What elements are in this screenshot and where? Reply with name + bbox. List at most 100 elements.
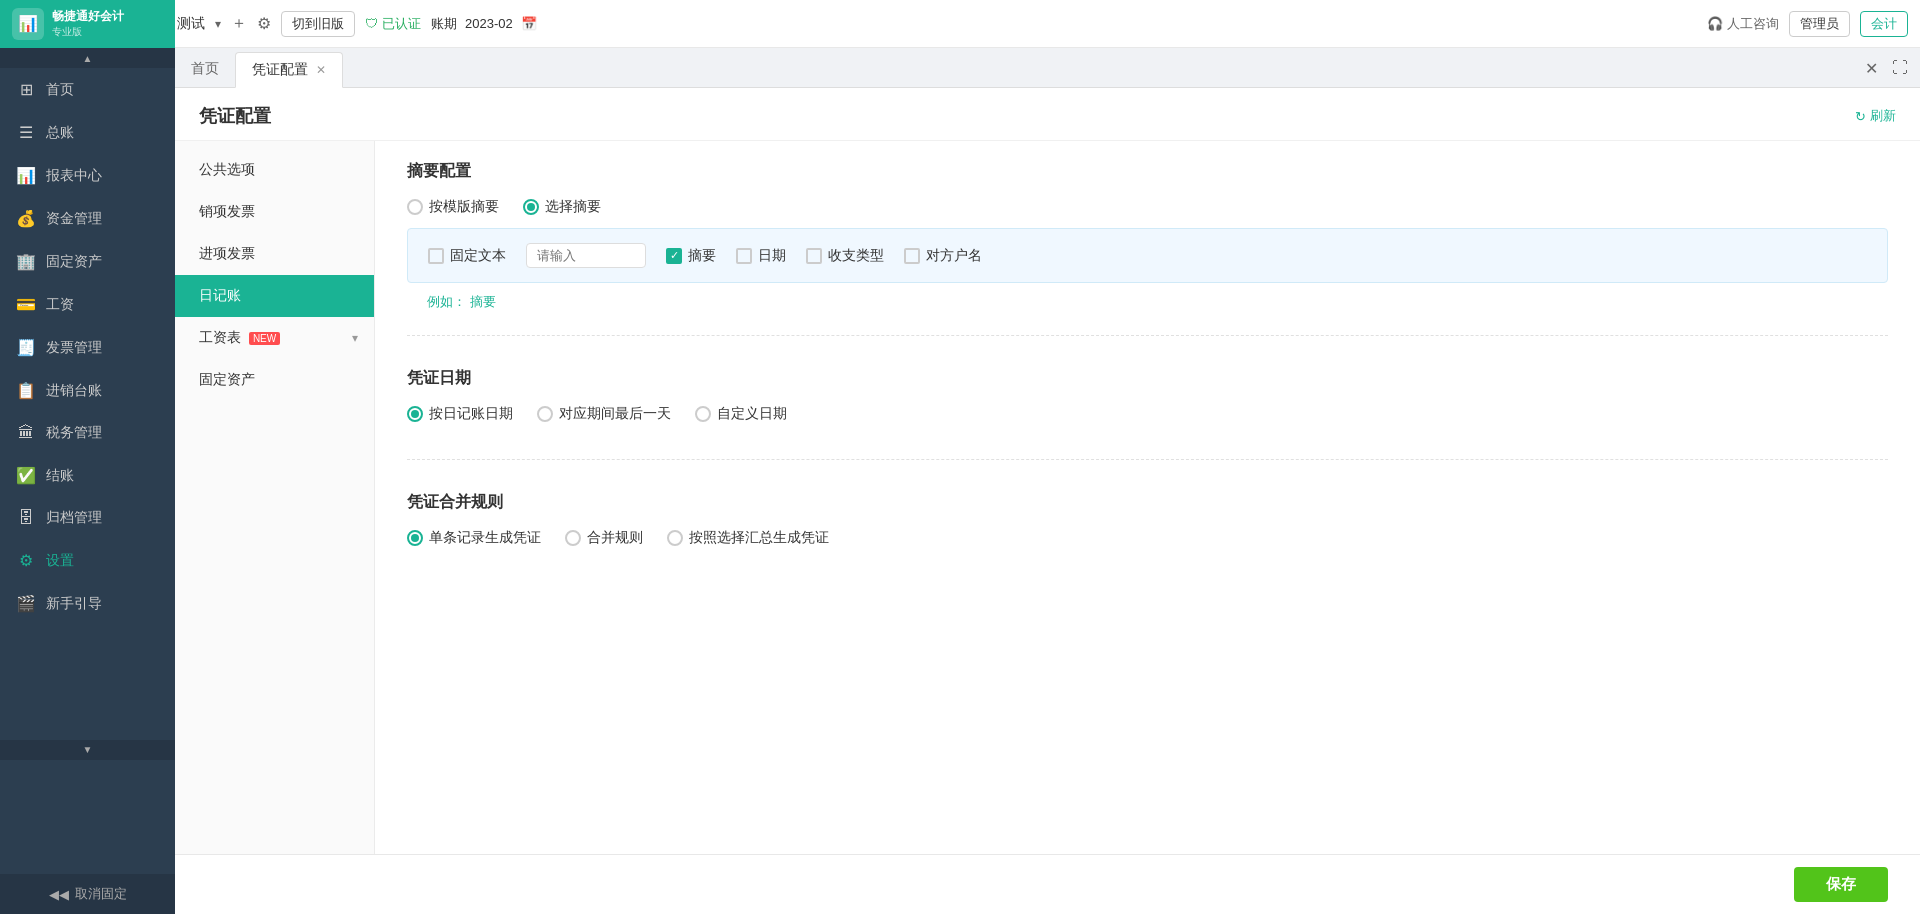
radio-merge-rules[interactable]: 合并规则 (565, 529, 643, 547)
close-accounts-icon: ✅ (16, 466, 36, 485)
sidebar-item-tax[interactable]: 🏛 税务管理 (0, 412, 175, 454)
tab-voucher-label: 凭证配置 (252, 61, 308, 79)
page-title: 凭证配置 (199, 104, 271, 128)
workspace-name: 测试 (177, 15, 205, 33)
merge-title: 凭证合并规则 (407, 492, 1888, 513)
consult-btn[interactable]: 🎧 人工咨询 (1707, 15, 1779, 33)
checkbox-date[interactable]: 日期 (736, 247, 786, 265)
sidebar-item-salary[interactable]: 💳 工资 (0, 283, 175, 326)
nav-item-fixed-assets[interactable]: 固定资产 (175, 359, 374, 401)
refresh-btn[interactable]: ↻ 刷新 (1855, 107, 1896, 125)
checkbox-income-type[interactable]: 收支类型 (806, 247, 884, 265)
reports-icon: 📊 (16, 166, 36, 185)
calendar-icon[interactable]: 📅 (521, 16, 537, 31)
summary-title: 摘要配置 (407, 161, 1888, 182)
headset-icon: 🎧 (1707, 16, 1723, 31)
fixed-text-input[interactable] (526, 243, 646, 268)
radio-journal-date[interactable]: 按日记账日期 (407, 405, 513, 423)
summary-radio-group: 按模版摘要 选择摘要 (407, 198, 1888, 216)
date-radio-group: 按日记账日期 对应期间最后一天 自定义日期 (407, 405, 1888, 423)
radio-summary-voucher[interactable]: 按照选择汇总生成凭证 (667, 529, 829, 547)
radio-single[interactable]: 单条记录生成凭证 (407, 529, 541, 547)
nav-item-sales[interactable]: 销项发票 (175, 191, 374, 233)
tab-close-btn[interactable]: ✕ (316, 64, 326, 76)
sidebar-scroll-down[interactable]: ▼ (0, 740, 175, 760)
sidebar-item-home[interactable]: ⊞ 首页 (0, 68, 175, 111)
sidebar-item-assets[interactable]: 🏢 固定资产 (0, 240, 175, 283)
sidebar-scroll-up[interactable]: ▲ (0, 48, 175, 68)
bottom-bar: 保存 (175, 854, 1920, 914)
page-body: 公共选项 销项发票 进项发票 日记账 工资表 NEW ▾ (175, 141, 1920, 854)
radio-custom-date[interactable]: 自定义日期 (695, 405, 787, 423)
radio-last-day[interactable]: 对应期间最后一天 (537, 405, 671, 423)
ledger-icon: ☰ (16, 123, 36, 142)
radio-summary-voucher-circle (667, 530, 683, 546)
checkbox-date-box (736, 248, 752, 264)
main-layout: ▲ ⊞ 首页 ☰ 总账 📊 报表中心 💰 资金管理 🏢 固定资产 💳 工资 🧾 (0, 48, 1920, 914)
radio-template-circle (407, 199, 423, 215)
guide-icon: 🎬 (16, 594, 36, 613)
checkbox-fixed-text[interactable]: 固定文本 (428, 247, 506, 265)
period-label: 账期 (431, 15, 457, 33)
radio-select[interactable]: 选择摘要 (523, 198, 601, 216)
example-text: 例如： 摘要 (407, 293, 1888, 311)
expand-icon: ▾ (352, 331, 358, 345)
right-content: 摘要配置 按模版摘要 选择摘要 (375, 141, 1920, 854)
salary-icon: 💳 (16, 295, 36, 314)
manager-btn[interactable]: 管理员 (1789, 11, 1850, 37)
radio-journal-date-circle (407, 406, 423, 422)
page-content: 凭证配置 ↻ 刷新 公共选项 销项发票 进项发票 (175, 88, 1920, 854)
radio-single-circle (407, 530, 423, 546)
tab-home-label: 首页 (191, 60, 219, 78)
archive-icon: 🗄 (16, 509, 36, 527)
sidebar-item-close[interactable]: ✅ 结账 (0, 454, 175, 497)
app-logo-icon: 📊 (12, 8, 44, 40)
checkbox-fixed-text-box (428, 248, 444, 264)
sidebar-item-settings[interactable]: ⚙ 设置 (0, 539, 175, 582)
workspace-dropdown-btn[interactable]: ▾ (215, 17, 221, 31)
home-icon: ⊞ (16, 80, 36, 99)
tab-home[interactable]: 首页 (175, 51, 235, 87)
top-header: 📊 畅捷通好会计 专业版 测试 ▾ ＋ ⚙ 切到旧版 🛡 已认证 账期 2023… (0, 0, 1920, 48)
nav-item-payroll[interactable]: 工资表 NEW ▾ (175, 317, 374, 359)
cancel-pin-btn[interactable]: ◀◀ 取消固定 (0, 874, 175, 914)
new-badge: NEW (249, 332, 280, 345)
switch-old-btn[interactable]: 切到旧版 (281, 11, 355, 37)
nav-item-journal[interactable]: 日记账 (175, 275, 374, 317)
tax-icon: 🏛 (16, 424, 36, 442)
refresh-icon: ↻ (1855, 109, 1866, 124)
tab-close-btn[interactable]: ✕ (1861, 56, 1882, 79)
tab-expand-btn[interactable]: ⛶ (1888, 56, 1912, 79)
add-workspace-btn[interactable]: ＋ (231, 13, 247, 34)
tab-voucher-config[interactable]: 凭证配置 ✕ (235, 52, 343, 88)
nav-item-purchase[interactable]: 进项发票 (175, 233, 374, 275)
sidebar-item-funds[interactable]: 💰 资金管理 (0, 197, 175, 240)
nav-item-public[interactable]: 公共选项 (175, 149, 374, 191)
sidebar-item-purchase[interactable]: 📋 进销台账 (0, 369, 175, 412)
tab-bar: 首页 凭证配置 ✕ ✕ ⛶ (175, 48, 1920, 88)
invoice-icon: 🧾 (16, 338, 36, 357)
sidebar: ▲ ⊞ 首页 ☰ 总账 📊 报表中心 💰 资金管理 🏢 固定资产 💳 工资 🧾 (0, 48, 175, 914)
save-btn[interactable]: 保存 (1794, 867, 1888, 902)
summary-checkbox-row: 固定文本 ✓ 摘要 日期 (407, 228, 1888, 283)
radio-template[interactable]: 按模版摘要 (407, 198, 499, 216)
sidebar-logo: 📊 畅捷通好会计 专业版 (0, 0, 175, 48)
pin-icon: ◀◀ (49, 887, 69, 902)
tab-bar-actions: ✕ ⛶ (1861, 56, 1912, 79)
summary-section: 摘要配置 按模版摘要 选择摘要 (407, 161, 1888, 336)
sidebar-item-guide[interactable]: 🎬 新手引导 (0, 582, 175, 625)
sidebar-item-ledger[interactable]: ☰ 总账 (0, 111, 175, 154)
checkbox-summary-box: ✓ (666, 248, 682, 264)
certified-badge: 🛡 已认证 (365, 15, 421, 33)
sidebar-item-archive[interactable]: 🗄 归档管理 (0, 497, 175, 539)
logo-text-block: 畅捷通好会计 专业版 (52, 8, 124, 39)
checkbox-counterpart[interactable]: 对方户名 (904, 247, 982, 265)
accountant-btn[interactable]: 会计 (1860, 11, 1908, 37)
assets-icon: 🏢 (16, 252, 36, 271)
sidebar-item-invoice[interactable]: 🧾 发票管理 (0, 326, 175, 369)
settings-btn[interactable]: ⚙ (257, 14, 271, 33)
sidebar-item-reports[interactable]: 📊 报表中心 (0, 154, 175, 197)
period-value: 2023-02 (465, 16, 513, 31)
checkbox-summary[interactable]: ✓ 摘要 (666, 247, 716, 265)
merge-section: 凭证合并规则 单条记录生成凭证 合并规则 (407, 492, 1888, 583)
